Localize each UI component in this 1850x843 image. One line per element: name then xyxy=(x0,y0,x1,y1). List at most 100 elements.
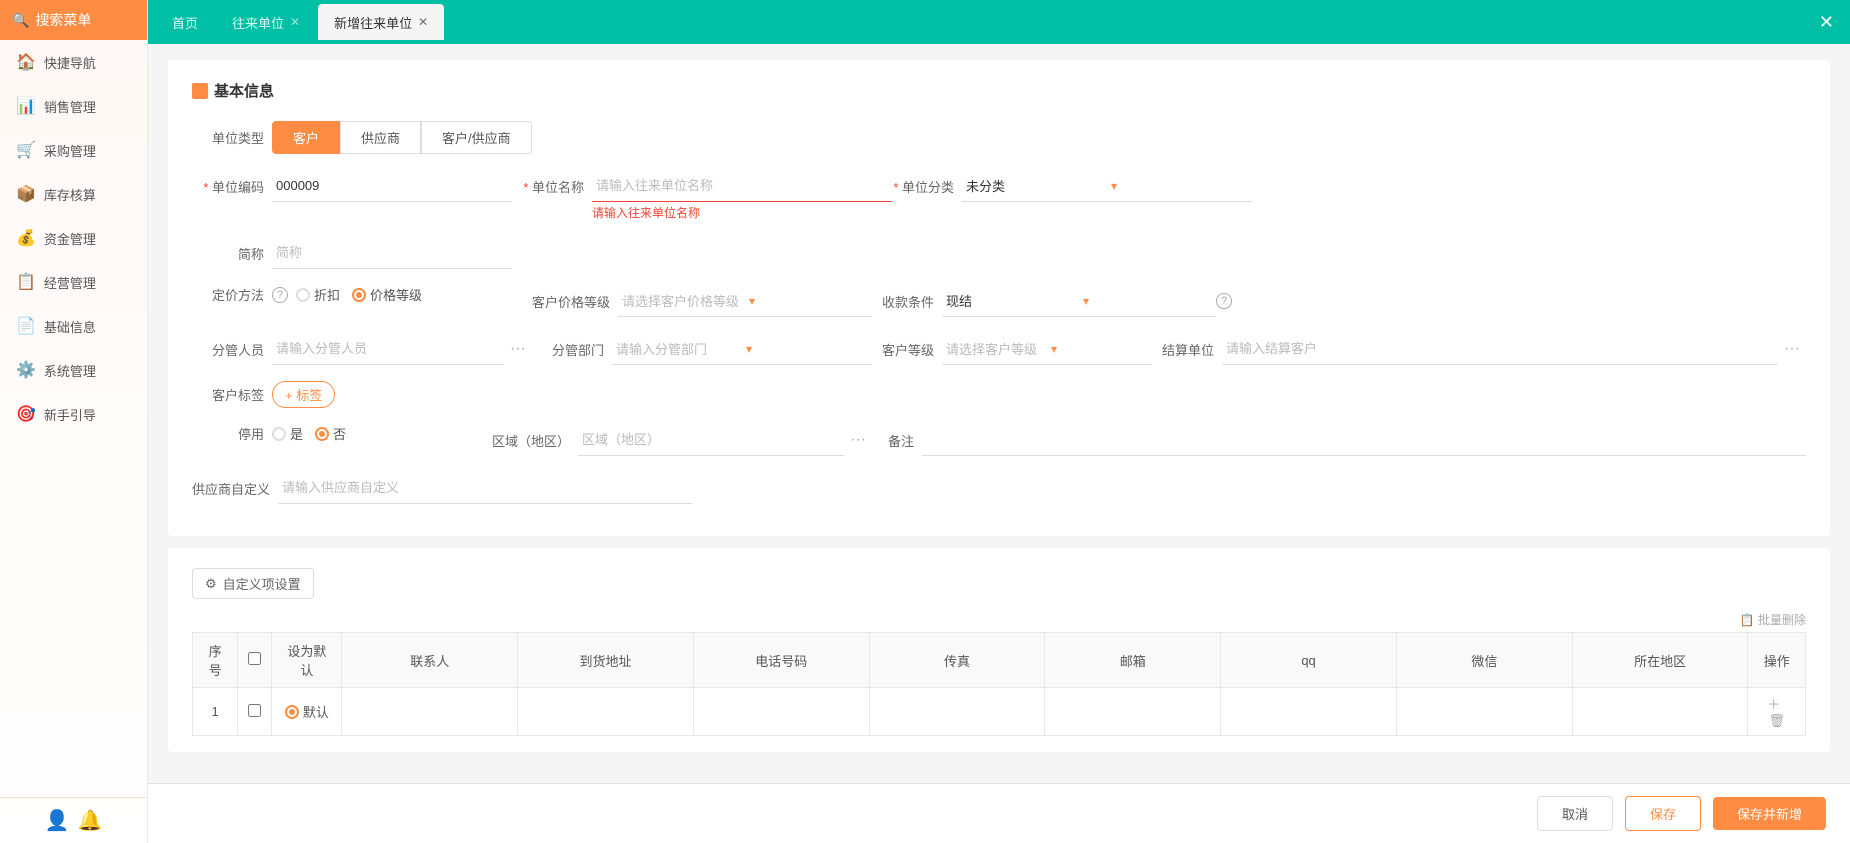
pricing-help-icon[interactable]: ? xyxy=(272,287,288,303)
settlement-label: 结算单位 xyxy=(1152,340,1222,359)
notification-icon[interactable]: 🔔 xyxy=(78,808,103,833)
save-and-new-button[interactable]: 保存并新增 xyxy=(1713,797,1826,830)
save-button[interactable]: 保存 xyxy=(1625,796,1701,831)
supervisor-input[interactable] xyxy=(272,333,504,365)
sidebar-item-sales[interactable]: 📊 销售管理 xyxy=(0,84,147,128)
col-region: 所在地区 xyxy=(1572,633,1748,688)
cell-checkbox[interactable] xyxy=(238,688,272,736)
sidebar-item-label: 销售管理 xyxy=(44,97,96,116)
radio-price-level[interactable]: 价格等级 xyxy=(352,285,422,304)
cust-price-select[interactable]: 请选择客户价格等级 ▾ xyxy=(618,285,872,317)
region-label: 区域（地区） xyxy=(492,431,578,450)
remark-label: 备注 xyxy=(872,431,922,450)
col-action: 操作 xyxy=(1748,633,1806,688)
cust-level-label: 客户等级 xyxy=(872,340,942,359)
cell-region[interactable] xyxy=(1572,688,1748,736)
unit-category-select[interactable]: 未分类 ▾ xyxy=(962,170,1252,202)
cell-seq: 1 xyxy=(193,688,238,736)
sidebar-item-purchase[interactable]: 🛒 采购管理 xyxy=(0,128,147,172)
sidebar-item-system[interactable]: ⚙️ 系统管理 xyxy=(0,348,147,392)
sidebar-item-guide[interactable]: 🎯 新手引导 xyxy=(0,392,147,436)
fax-input[interactable] xyxy=(880,704,1035,719)
sidebar-item-basic-info[interactable]: 📄 基础信息 xyxy=(0,304,147,348)
tabbar-close-btn[interactable]: ✕ xyxy=(1811,12,1842,33)
unit-name-input[interactable] xyxy=(592,170,892,202)
delete-row-btn[interactable]: 🗑 xyxy=(1768,713,1785,728)
supervisor-more-btn[interactable]: ··· xyxy=(504,340,532,358)
wechat-input[interactable] xyxy=(1407,704,1562,719)
row-pricing: 定价方法 ? 折扣 价格等级 客户价格等级 xyxy=(192,285,1806,317)
remark-input[interactable] xyxy=(922,424,1806,456)
unit-code-label: 单位编码 xyxy=(192,177,272,196)
supplier-custom-input[interactable] xyxy=(278,472,692,504)
cell-contact[interactable] xyxy=(342,688,518,736)
radio-yes[interactable]: 是 xyxy=(272,424,303,443)
radio-no[interactable]: 否 xyxy=(315,424,346,443)
cell-default[interactable]: 默认 xyxy=(272,688,342,736)
btn-supplier[interactable]: 供应商 xyxy=(340,121,421,154)
row-supplier-custom: 供应商自定义 xyxy=(192,472,1806,504)
btn-both[interactable]: 客户/供应商 xyxy=(421,121,532,154)
unit-type-label: 单位类型 xyxy=(192,128,272,147)
col-fax: 传真 xyxy=(869,633,1045,688)
sidebar-item-operations[interactable]: 📋 经营管理 xyxy=(0,260,147,304)
unit-name-label: 单位名称 xyxy=(512,177,592,196)
cell-qq[interactable] xyxy=(1221,688,1397,736)
region-input[interactable] xyxy=(578,424,844,456)
custom-settings-btn[interactable]: ⚙ 自定义项设置 xyxy=(192,568,314,599)
search-menu[interactable]: 🔍 搜索菜单 xyxy=(0,0,147,40)
user-icon[interactable]: 👤 xyxy=(45,808,70,833)
tab-home[interactable]: 首页 xyxy=(156,4,214,40)
bulk-delete-label[interactable]: 批量删除 xyxy=(1758,613,1806,627)
unit-code-input[interactable] xyxy=(272,170,512,202)
add-row-btn[interactable]: ＋ xyxy=(1767,697,1780,712)
cell-phone[interactable] xyxy=(693,688,869,736)
cust-level-select[interactable]: 请选择客户等级 ▾ xyxy=(942,333,1152,365)
contact-input[interactable] xyxy=(352,704,507,719)
sidebar-item-finance[interactable]: 💰 资金管理 xyxy=(0,216,147,260)
table-header: 序号 设为默认 联系人 到货地址 电话号码 传真 邮箱 qq 微信 所在地区 操… xyxy=(193,633,1806,688)
abbr-input[interactable] xyxy=(272,237,512,269)
cell-email[interactable] xyxy=(1045,688,1221,736)
address-input[interactable] xyxy=(528,704,683,719)
payment-help-icon[interactable]: ? xyxy=(1216,293,1232,309)
default-radio[interactable]: 默认 xyxy=(282,702,331,721)
settlement-input[interactable] xyxy=(1222,333,1778,365)
cell-wechat[interactable] xyxy=(1397,688,1573,736)
main-content: 首页 往来单位 ✕ 新增往来单位 ✕ ✕ 基本信息 单位类型 客户 xyxy=(148,0,1850,843)
cell-address[interactable] xyxy=(518,688,694,736)
unit-cat-value: 未分类 xyxy=(962,176,1107,195)
payment-terms-field: 收款条件 现结 ▾ ? xyxy=(872,285,1232,317)
dept-select[interactable]: 请输入分管部门 ▾ xyxy=(612,333,872,365)
region-more-btn[interactable]: ··· xyxy=(844,431,872,449)
unit-type-field: 单位类型 客户 供应商 客户/供应商 xyxy=(192,121,692,154)
col-wechat: 微信 xyxy=(1397,633,1573,688)
btn-customer[interactable]: 客户 xyxy=(272,121,340,154)
sidebar-item-quick-nav[interactable]: 🏠 快捷导航 xyxy=(0,40,147,84)
supervisor-label: 分管人员 xyxy=(192,340,272,359)
radio-price-level-circle xyxy=(352,288,366,302)
tab-new-partner-close[interactable]: ✕ xyxy=(418,15,428,29)
settlement-more-btn[interactable]: ··· xyxy=(1778,340,1806,358)
customer-price-level-field: 客户价格等级 请选择客户价格等级 ▾ xyxy=(532,285,872,317)
radio-discount[interactable]: 折扣 xyxy=(296,285,340,304)
tab-partners[interactable]: 往来单位 ✕ xyxy=(216,4,316,40)
add-tag-btn[interactable]: + 标签 xyxy=(272,381,335,408)
row-checkbox[interactable] xyxy=(248,704,261,717)
tab-partners-close[interactable]: ✕ xyxy=(290,15,300,29)
radio-discount-circle xyxy=(296,288,310,302)
qq-input[interactable] xyxy=(1231,704,1386,719)
sidebar-item-label: 采购管理 xyxy=(44,141,96,160)
row-region-input[interactable] xyxy=(1583,704,1738,719)
customer-level-field: 客户等级 请选择客户等级 ▾ xyxy=(872,333,1152,365)
phone-input[interactable] xyxy=(704,704,859,719)
select-all-checkbox[interactable] xyxy=(248,652,261,665)
chevron-down-icon: ▾ xyxy=(1107,179,1252,193)
cell-fax[interactable] xyxy=(869,688,1045,736)
email-input[interactable] xyxy=(1055,704,1210,719)
sidebar-item-inventory[interactable]: 📦 库存核算 xyxy=(0,172,147,216)
payment-select[interactable]: 现结 ▾ xyxy=(942,285,1216,317)
col-checkbox[interactable] xyxy=(238,633,272,688)
tab-new-partner[interactable]: 新增往来单位 ✕ xyxy=(318,4,444,40)
cancel-button[interactable]: 取消 xyxy=(1537,796,1613,831)
